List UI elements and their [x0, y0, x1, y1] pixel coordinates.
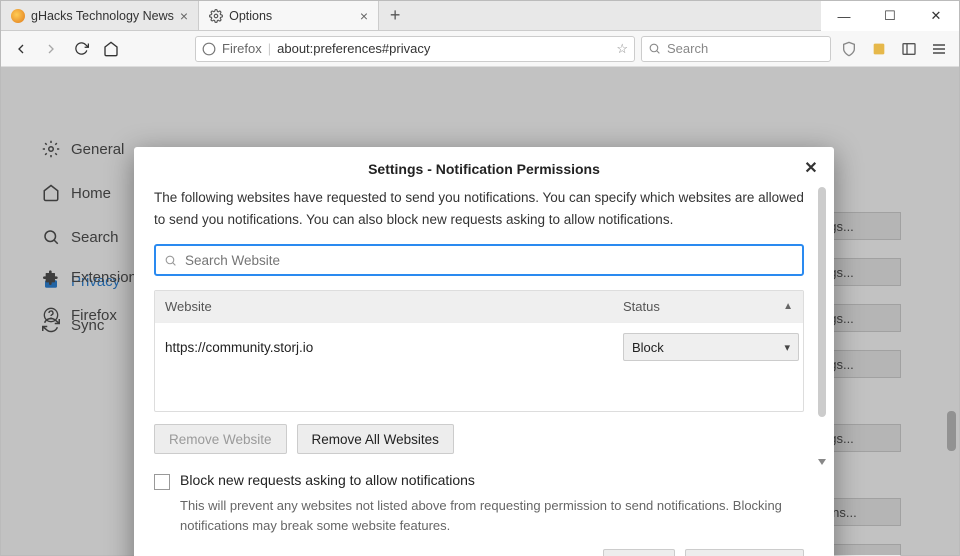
new-tab-button[interactable]: + [379, 1, 411, 30]
column-website[interactable]: Website [155, 291, 613, 322]
search-placeholder: Search [667, 41, 708, 56]
ghacks-favicon [11, 9, 25, 23]
tab-options[interactable]: Options × [199, 1, 379, 30]
close-icon[interactable]: × [360, 8, 368, 24]
remove-website-button[interactable]: Remove Website [154, 424, 287, 454]
close-icon[interactable]: × [180, 8, 188, 24]
status-value: Block [632, 340, 664, 355]
menu-button[interactable] [927, 37, 951, 61]
remove-all-websites-button[interactable]: Remove All Websites [297, 424, 454, 454]
reload-button[interactable] [69, 37, 93, 61]
back-button[interactable] [9, 37, 33, 61]
url-bar[interactable]: Firefox | about:preferences#privacy ☆ [195, 36, 635, 62]
search-bar[interactable]: Search [641, 36, 831, 62]
checkbox-description: This will prevent any websites not liste… [180, 496, 800, 535]
close-window-button[interactable]: ✕ [913, 1, 959, 31]
url-text: about:preferences#privacy [277, 41, 610, 56]
permissions-table: Website Status ▲ https://community.storj… [154, 290, 804, 412]
search-icon [164, 254, 177, 267]
home-button[interactable] [99, 37, 123, 61]
sidebar-icon[interactable] [897, 37, 921, 61]
tab-title: Options [229, 9, 272, 23]
bookmark-star-icon[interactable]: ☆ [616, 41, 628, 57]
nav-toolbar: Firefox | about:preferences#privacy ☆ Se… [1, 31, 959, 67]
gear-icon [209, 9, 223, 23]
search-website-input[interactable] [183, 252, 794, 269]
search-website-field[interactable] [154, 244, 804, 276]
identity-label: Firefox [222, 41, 262, 56]
content-area: General Home Search Privacy Sync [1, 67, 959, 555]
tab-title: gHacks Technology News [31, 9, 174, 23]
browser-window: gHacks Technology News × Options × + — ☐… [0, 0, 960, 556]
tab-ghacks[interactable]: gHacks Technology News × [1, 1, 199, 30]
firefox-icon [202, 42, 216, 56]
window-controls: — ☐ ✕ [821, 1, 959, 31]
chevron-down-icon: ▾ [784, 341, 790, 354]
notification-permissions-dialog: Settings - Notification Permissions ✕ Th… [134, 147, 834, 556]
forward-button[interactable] [39, 37, 63, 61]
maximize-button[interactable]: ☐ [867, 1, 913, 31]
shield-icon[interactable] [837, 37, 861, 61]
search-icon [648, 42, 661, 55]
dialog-title: Settings - Notification Permissions ✕ [134, 147, 834, 187]
dialog-scrollbar-thumb[interactable] [818, 187, 826, 417]
checkbox-label: Block new requests asking to allow notif… [180, 472, 475, 488]
cancel-button[interactable]: Cancel [603, 549, 675, 556]
status-select[interactable]: Block ▾ [623, 333, 799, 361]
dialog-description: The following websites have requested to… [154, 187, 804, 230]
scroll-down-icon[interactable] [818, 417, 826, 465]
column-status[interactable]: Status ▲ [613, 291, 803, 322]
extension-icon[interactable] [867, 37, 891, 61]
minimize-button[interactable]: — [821, 1, 867, 31]
table-row[interactable]: https://community.storj.io Block ▾ [155, 322, 803, 371]
cell-website: https://community.storj.io [155, 330, 613, 365]
block-new-requests-checkbox[interactable] [154, 474, 170, 490]
save-changes-button[interactable]: Save Changes [685, 549, 804, 556]
tab-strip: gHacks Technology News × Options × + [1, 1, 821, 31]
sort-up-icon: ▲ [783, 301, 793, 312]
dialog-close-button[interactable]: ✕ [800, 157, 822, 179]
